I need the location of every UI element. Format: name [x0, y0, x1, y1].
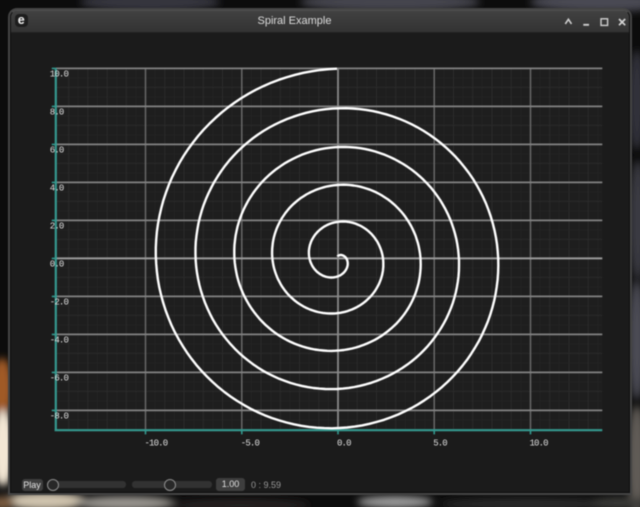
svg-text:-8.0: -8.0 — [50, 412, 69, 422]
svg-text:-10.0: -10.0 — [145, 438, 168, 448]
svg-text:2.0: 2.0 — [50, 222, 64, 232]
svg-text:-2.0: -2.0 — [50, 298, 69, 308]
svg-text:-5.0: -5.0 — [241, 438, 260, 448]
svg-text:-6.0: -6.0 — [50, 374, 69, 384]
svg-text:6.0: 6.0 — [50, 146, 64, 156]
svg-text:-4.0: -4.0 — [50, 336, 69, 346]
svg-text:5.0: 5.0 — [433, 438, 447, 448]
svg-text:0.0: 0.0 — [50, 260, 64, 270]
svg-text:10.0: 10.0 — [50, 70, 69, 80]
svg-text:0.0: 0.0 — [337, 438, 351, 448]
svg-text:10.0: 10.0 — [530, 438, 549, 448]
svg-text:4.0: 4.0 — [50, 184, 64, 194]
svg-text:8.0: 8.0 — [50, 108, 64, 118]
